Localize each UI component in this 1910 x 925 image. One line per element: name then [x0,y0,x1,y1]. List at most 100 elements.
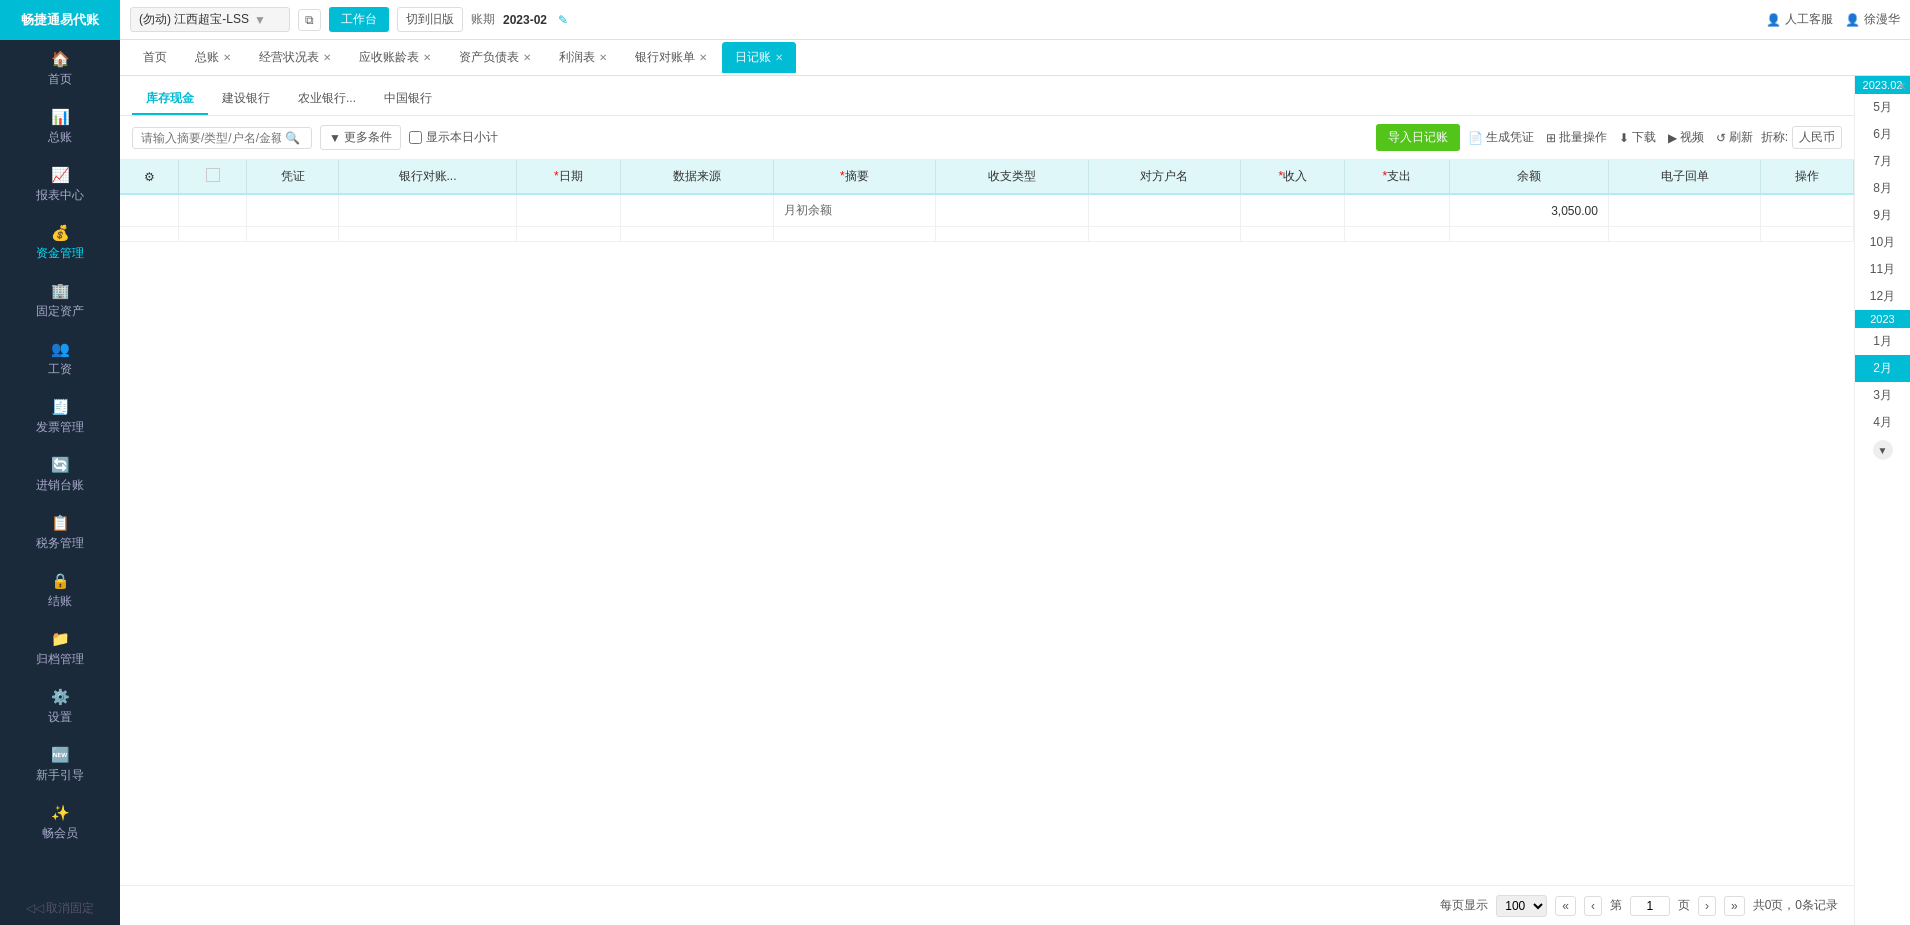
subtab-boc[interactable]: 中国银行 [370,84,446,115]
calendar-month-12[interactable]: 12月 [1855,283,1910,310]
show-daily-input[interactable] [409,131,422,144]
tab-business-label: 经营状况表 [259,49,319,66]
sidebar-item-report[interactable]: 📈 报表中心 [0,156,120,214]
last-page-btn[interactable]: » [1724,896,1745,916]
generate-voucher-btn[interactable]: 📄 生成凭证 [1468,129,1534,146]
calendar-month-6[interactable]: 6月 [1855,121,1910,148]
download-label: 下载 [1632,129,1656,146]
search-input[interactable] [141,131,281,145]
tab-journal-close[interactable]: ✕ [775,52,783,63]
tab-receivable-close[interactable]: ✕ [423,52,431,63]
content-area: 库存现金 建设银行 农业银行... 中国银行 🔍 ▼ 更多条件 显示本日小计 [120,76,1910,925]
ledger-icon: 📊 [51,108,70,126]
sidebar-item-closing[interactable]: 🔒 结账 [0,562,120,620]
sidebar-item-tax[interactable]: 📋 税务管理 [0,504,120,562]
sidebar-item-settings[interactable]: ⚙️ 设置 [0,678,120,736]
cell-counterpart-2 [1088,227,1241,242]
per-page-select[interactable]: 100 [1496,895,1547,917]
currency-label: 折称: 人民币 [1761,126,1842,149]
col-settings[interactable]: ⚙ [120,160,179,194]
tab-bank-statement-close[interactable]: ✕ [699,52,707,63]
next-page-btn[interactable]: › [1698,896,1716,916]
col-voucher: 凭证 [246,160,339,194]
download-btn[interactable]: ⬇ 下载 [1619,129,1656,146]
tab-journal[interactable]: 日记账 ✕ [722,42,796,73]
calendar-nav-down[interactable]: ▼ [1873,440,1893,460]
total-pages-label: 页 [1678,897,1690,914]
cell-check [179,194,247,227]
sidebar-item-label: 设置 [48,709,72,726]
tab-business[interactable]: 经营状况表 ✕ [246,42,344,73]
tab-profit-close[interactable]: ✕ [599,52,607,63]
calendar-month-8[interactable]: 8月 [1855,175,1910,202]
calendar-month-1[interactable]: 1月 [1855,328,1910,355]
tab-balance-sheet-close[interactable]: ✕ [523,52,531,63]
workbench-button[interactable]: 工作台 [329,7,389,32]
calendar-month-2-active[interactable]: 2月 [1855,355,1910,382]
search-icon[interactable]: 🔍 [285,131,300,145]
required-mark-4: * [1383,169,1388,183]
batch-op-btn[interactable]: ⊞ 批量操作 [1546,129,1607,146]
old-version-button[interactable]: 切到旧版 [397,7,463,32]
tab-bank-statement[interactable]: 银行对账单 ✕ [622,42,720,73]
col-summary: *摘要 [773,160,936,194]
tab-home[interactable]: 首页 [130,42,180,73]
journal-panel: 库存现金 建设银行 农业银行... 中国银行 🔍 ▼ 更多条件 显示本日小计 [120,76,1854,925]
unpin-button[interactable]: ◁◁ 取消固定 [0,892,120,925]
username-label: 徐漫华 [1864,11,1900,28]
sidebar-item-archive[interactable]: 📁 归档管理 [0,620,120,678]
sidebar-item-invoice[interactable]: 🧾 发票管理 [0,388,120,446]
cell-date-2 [516,227,620,242]
subtab-cash[interactable]: 库存现金 [132,84,208,115]
calendar-close-button[interactable]: × [1898,78,1906,94]
tab-balance-sheet[interactable]: 资产负债表 ✕ [446,42,544,73]
calendar-month-7[interactable]: 7月 [1855,148,1910,175]
currency-select[interactable]: 人民币 [1792,126,1842,149]
import-button[interactable]: 导入日记账 [1376,124,1460,151]
page-input[interactable] [1630,896,1670,916]
cell-pay-type [936,194,1089,227]
tab-receivable[interactable]: 应收账龄表 ✕ [346,42,444,73]
company-selector[interactable]: (勿动) 江西超宝-LSS ▼ [130,7,290,32]
required-mark-2: * [840,169,845,183]
tab-ledger-close[interactable]: ✕ [223,52,231,63]
sidebar-item-vip[interactable]: ✨ 畅会员 [0,794,120,852]
subtab-agri[interactable]: 农业银行... [284,84,370,115]
sidebar-item-fund[interactable]: 💰 资金管理 [0,214,120,272]
video-btn[interactable]: ▶ 视频 [1668,129,1704,146]
calendar-month-3[interactable]: 3月 [1855,382,1910,409]
refresh-btn[interactable]: ↺ 刷新 [1716,129,1753,146]
sidebar-item-purchase[interactable]: 🔄 进销台账 [0,446,120,504]
first-page-btn[interactable]: « [1555,896,1576,916]
cell-expense-2 [1345,227,1449,242]
calendar-month-9[interactable]: 9月 [1855,202,1910,229]
customer-service[interactable]: 👤 人工客服 [1766,11,1833,28]
tab-profit[interactable]: 利润表 ✕ [546,42,620,73]
sidebar-item-salary[interactable]: 👥 工资 [0,330,120,388]
tab-ledger[interactable]: 总账 ✕ [182,42,244,73]
prev-page-btn[interactable]: ‹ [1584,896,1602,916]
sidebar-item-label: 新手引导 [36,767,84,784]
copy-button[interactable]: ⧉ [298,9,321,31]
journal-table: ⚙ 凭证 银行对账... *日期 数据来源 *摘要 收支类型 对方户名 *收入 … [120,160,1854,242]
calendar-month-11[interactable]: 11月 [1855,256,1910,283]
calendar-month-10[interactable]: 10月 [1855,229,1910,256]
calendar-month-4[interactable]: 4月 [1855,409,1910,436]
sidebar-item-ledger[interactable]: 📊 总账 [0,98,120,156]
filter-button[interactable]: ▼ 更多条件 [320,125,401,150]
cell-date [516,194,620,227]
topbar: (勿动) 江西超宝-LSS ▼ ⧉ 工作台 切到旧版 账期 2023-02 ✎ … [120,0,1910,40]
sidebar-item-label: 畅会员 [42,825,78,842]
header-checkbox[interactable] [206,168,220,182]
sidebar-item-home[interactable]: 🏠 首页 [0,40,120,98]
subtab-ccb[interactable]: 建设银行 [208,84,284,115]
period-edit-icon[interactable]: ✎ [558,13,568,27]
calendar-month-5[interactable]: 5月 [1855,94,1910,121]
col-check[interactable] [179,160,247,194]
sidebar-item-assets[interactable]: 🏢 固定资产 [0,272,120,330]
user-profile[interactable]: 👤 徐漫华 [1845,11,1900,28]
show-daily-checkbox[interactable]: 显示本日小计 [409,129,498,146]
sidebar-item-guide[interactable]: 🆕 新手引导 [0,736,120,794]
tab-business-close[interactable]: ✕ [323,52,331,63]
cell-source [621,194,774,227]
